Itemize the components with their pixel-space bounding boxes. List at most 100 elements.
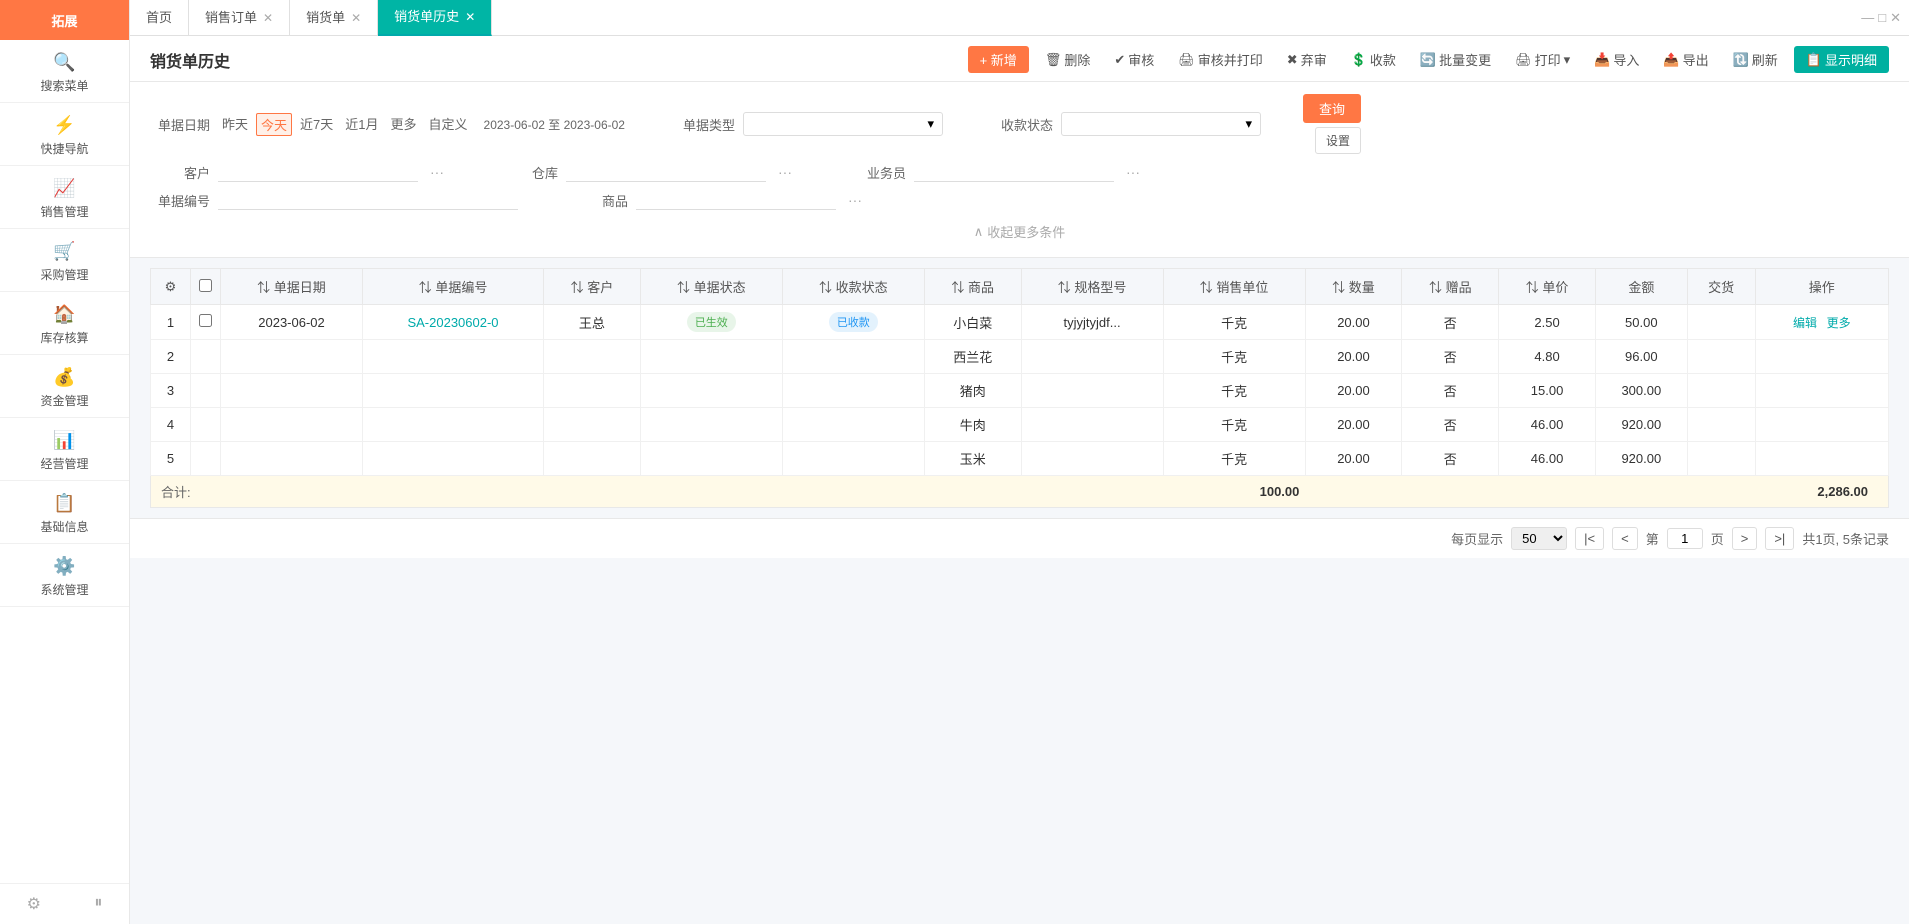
tab-sales-delivery-close[interactable]: ✕ — [351, 0, 361, 36]
query-button[interactable]: 查询 — [1303, 94, 1361, 123]
table-container: ⚙ ⇅ 单据日期 ⇅ 单据编号 ⇅ 客户 ⇅ 单据状态 ⇅ 收款状态 ⇅ 商品 … — [130, 258, 1909, 518]
tab-sales-order[interactable]: 销售订单 ✕ — [189, 0, 290, 36]
col-customer[interactable]: ⇅ 客户 — [544, 269, 641, 305]
sidebar-item-ops-mgmt[interactable]: 📊 经营管理 — [0, 418, 129, 481]
sort-docstatus-icon: ⇅ — [677, 280, 694, 295]
batch-change-button[interactable]: 🔄 批量变更 — [1412, 46, 1499, 73]
date-tab-more[interactable]: 更多 — [387, 113, 421, 136]
col-goods[interactable]: ⇅ 商品 — [924, 269, 1021, 305]
per-page-select[interactable]: 50 100 200 — [1511, 527, 1567, 550]
row4-delivery — [1687, 408, 1755, 442]
sidebar-item-inventory[interactable]: 🏠 库存核算 — [0, 292, 129, 355]
maximize-icon[interactable]: □ — [1878, 10, 1886, 25]
next-page-btn[interactable]: > — [1732, 527, 1758, 550]
audit-print-button[interactable]: 🖨 审核并打印 — [1170, 46, 1271, 73]
date-tab-today[interactable]: 今天 — [256, 113, 292, 136]
row4-num: 4 — [151, 408, 191, 442]
doc-type-label: 单据类型 — [675, 115, 735, 134]
tab-sales-order-close[interactable]: ✕ — [263, 0, 273, 36]
goods-input[interactable] — [636, 190, 836, 210]
date-filter: 单据日期 昨天 今天 近7天 近1月 更多 自定义 2023-06-02 至 2… — [150, 113, 625, 136]
new-button[interactable]: + 新增 — [968, 46, 1029, 73]
inventory-icon: 🏠 — [53, 304, 75, 325]
audit-button[interactable]: ✔ 审核 — [1106, 46, 1162, 73]
sidebar-item-sales-mgmt[interactable]: 📈 销售管理 — [0, 166, 129, 229]
sidebar-item-purchase-mgmt[interactable]: 🛒 采购管理 — [0, 229, 129, 292]
set-button[interactable]: 设置 — [1315, 127, 1361, 154]
tab-sales-history-close[interactable]: ✕ — [465, 0, 475, 35]
page-number-input[interactable] — [1667, 528, 1703, 549]
customer-more-icon[interactable]: ··· — [426, 164, 448, 180]
table-head: ⚙ ⇅ 单据日期 ⇅ 单据编号 ⇅ 客户 ⇅ 单据状态 ⇅ 收款状态 ⇅ 商品 … — [151, 269, 1889, 305]
col-gift[interactable]: ⇅ 赠品 — [1402, 269, 1499, 305]
tab-sales-delivery[interactable]: 销货单 ✕ — [290, 0, 378, 36]
row1-edit-btn[interactable]: 编辑 — [1790, 316, 1820, 330]
search-menu-icon: 🔍 — [53, 52, 75, 73]
row1-select[interactable] — [199, 314, 212, 327]
tab-sales-history-label: 销货单历史 — [394, 0, 459, 35]
tab-sales-history[interactable]: 销货单历史 ✕ — [378, 0, 492, 36]
row5-date — [221, 442, 363, 476]
sort-spec-icon: ⇅ — [1058, 280, 1075, 295]
col-pay-status[interactable]: ⇅ 收款状态 — [782, 269, 924, 305]
pause-bottom-icon[interactable]: ⏸ — [94, 894, 102, 914]
footer-label: 合计: — [161, 482, 201, 501]
abandon-button[interactable]: ✖ 弃审 — [1279, 46, 1335, 73]
delete-button[interactable]: 🗑 删除 — [1037, 46, 1099, 73]
col-date[interactable]: ⇅ 单据日期 — [221, 269, 363, 305]
warehouse-filter: 仓库 ··· — [498, 162, 796, 182]
tab-home[interactable]: 首页 — [130, 0, 189, 36]
date-tab-7days[interactable]: 近7天 — [296, 113, 337, 136]
date-tab-1month[interactable]: 近1月 — [341, 113, 382, 136]
settings-bottom-icon[interactable]: ⚙ — [27, 894, 41, 914]
print-button[interactable]: 🖨 打印 ▾ — [1507, 46, 1578, 73]
date-tab-custom[interactable]: 自定义 — [425, 113, 472, 136]
row1-docno-link[interactable]: SA-20230602-0 — [407, 315, 498, 330]
goods-more-icon[interactable]: ··· — [844, 192, 866, 208]
staff-more-icon[interactable]: ··· — [1122, 164, 1144, 180]
row5-amount: 920.00 — [1595, 442, 1687, 476]
page-title: 销货单历史 — [150, 48, 230, 72]
col-spec[interactable]: ⇅ 规格型号 — [1021, 269, 1163, 305]
col-gear[interactable]: ⚙ — [151, 269, 191, 305]
col-price[interactable]: ⇅ 单价 — [1499, 269, 1596, 305]
collapse-button[interactable]: ∧ 收起更多条件 — [150, 218, 1889, 245]
col-doc-no[interactable]: ⇅ 单据编号 — [363, 269, 544, 305]
select-all-checkbox[interactable] — [199, 279, 212, 292]
first-page-btn[interactable]: |< — [1575, 527, 1604, 550]
col-unit[interactable]: ⇅ 销售单位 — [1163, 269, 1305, 305]
pagination: 每页显示 50 100 200 |< < 第 页 > >| 共1页, 5条记录 — [130, 518, 1909, 558]
warehouse-more-icon[interactable]: ··· — [774, 164, 796, 180]
sidebar-item-quick-nav[interactable]: ⚡ 快捷导航 — [0, 103, 129, 166]
sidebar-item-finance-mgmt[interactable]: 💰 资金管理 — [0, 355, 129, 418]
tab-bar-end: — □ ✕ — [1861, 10, 1909, 26]
row3-qty: 20.00 — [1305, 374, 1402, 408]
row3-docno — [363, 374, 544, 408]
prev-page-btn[interactable]: < — [1612, 527, 1638, 550]
collect-button[interactable]: 💲 收款 — [1343, 46, 1404, 73]
sidebar-item-system-mgmt[interactable]: ⚙️ 系统管理 — [0, 544, 129, 607]
row1-more-btn[interactable]: 更多 — [1824, 316, 1854, 330]
col-qty[interactable]: ⇅ 数量 — [1305, 269, 1402, 305]
last-page-btn[interactable]: >| — [1765, 527, 1794, 550]
date-tab-yesterday[interactable]: 昨天 — [218, 113, 252, 136]
sidebar-item-basic-info[interactable]: 📋 基础信息 — [0, 481, 129, 544]
import-button[interactable]: 📥 导入 — [1586, 46, 1647, 73]
print-dropdown-icon: ▾ — [1564, 52, 1571, 68]
print-icon: 🖨 — [1515, 52, 1532, 68]
sort-unit-icon: ⇅ — [1200, 280, 1217, 295]
col-doc-status[interactable]: ⇅ 单据状态 — [640, 269, 782, 305]
minimize-icon[interactable]: — — [1861, 10, 1874, 25]
close-window-icon[interactable]: ✕ — [1890, 10, 1901, 26]
customer-input[interactable] — [218, 162, 418, 182]
warehouse-input[interactable] — [566, 162, 766, 182]
sidebar-item-search-menu[interactable]: 🔍 搜索菜单 — [0, 40, 129, 103]
refresh-button[interactable]: 🔃 刷新 — [1725, 46, 1786, 73]
doc-type-select[interactable]: ▾ — [743, 112, 943, 136]
export-button[interactable]: 📤 导出 — [1655, 46, 1716, 73]
row1-docno[interactable]: SA-20230602-0 — [363, 305, 544, 340]
staff-input[interactable] — [914, 162, 1114, 182]
show-detail-button[interactable]: 📋 显示明细 — [1794, 46, 1889, 73]
doc-no-input[interactable] — [218, 190, 518, 210]
collect-status-select[interactable]: ▾ — [1061, 112, 1261, 136]
